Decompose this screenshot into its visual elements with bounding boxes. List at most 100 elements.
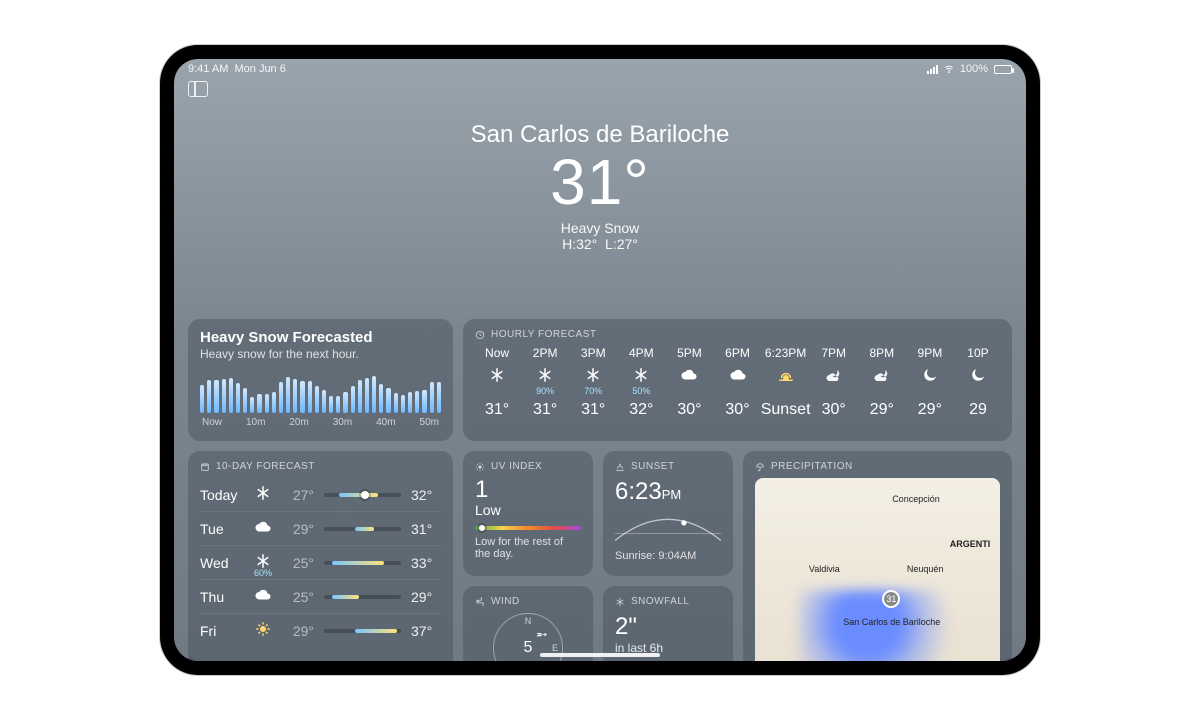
sunset-icon — [777, 366, 795, 384]
tenday-row[interactable]: Thu 25° 29° — [200, 579, 441, 613]
moon-icon — [969, 366, 987, 384]
hourly-slot[interactable]: 3PM 70% 31° — [571, 346, 615, 419]
wind-header-label: WIND — [491, 596, 520, 607]
hourly-temp: 30° — [677, 401, 701, 419]
precip-header-label: PRECIPITATION — [771, 461, 853, 472]
ipad-frame: 9:41 AM Mon Jun 6 100% San Carlos de Bar… — [160, 45, 1040, 675]
tenday-row[interactable]: Fri 29° 37° — [200, 613, 441, 647]
wind-card[interactable]: WIND N E 5 ➶ — [463, 586, 593, 661]
sun-icon — [252, 620, 274, 641]
status-right: 100% — [927, 63, 1012, 75]
hourly-time: 3PM — [581, 346, 606, 360]
cloud-icon — [680, 366, 698, 384]
snow-icon — [584, 366, 602, 384]
snowfall-card[interactable]: SNOWFALL 2" in last 6h — [603, 586, 733, 661]
hourly-slot[interactable]: 7PM 30° — [812, 346, 856, 419]
home-indicator[interactable] — [540, 653, 660, 657]
hourly-time: 2PM — [533, 346, 558, 360]
status-time: 9:41 AM — [188, 63, 228, 75]
tenday-high: 32° — [411, 487, 441, 503]
hourly-time: 5PM — [677, 346, 702, 360]
wind-arrow-icon: ➶ — [532, 624, 552, 644]
tenday-row[interactable]: Today 27° 32° — [200, 478, 441, 511]
hourly-slot[interactable]: 2PM 90% 31° — [523, 346, 567, 419]
tenday-day: Thu — [200, 589, 242, 605]
tenday-low: 25° — [284, 555, 314, 571]
hourly-slot[interactable]: 4PM 50% 32° — [619, 346, 663, 419]
map-city: Concepción — [892, 494, 940, 504]
hourly-temp: 29° — [918, 401, 942, 419]
map-country: ARGENTI — [950, 539, 991, 549]
hourly-slot[interactable]: 6:23PM Sunset — [764, 346, 808, 419]
hourly-time: 6PM — [725, 346, 750, 360]
hourly-forecast-card[interactable]: HOURLY FORECAST Now 31°2PM 90% 31°3PM 70… — [463, 319, 1012, 441]
tenday-row[interactable]: Wed 60% 25° 33° — [200, 545, 441, 579]
hourly-temp: 31° — [533, 401, 557, 419]
tenday-forecast-card[interactable]: 10-DAY FORECAST Today 27° 32°Tue 29° 31°… — [188, 451, 453, 661]
tenday-high: 29° — [411, 589, 441, 605]
hourly-temp: Sunset — [761, 401, 811, 419]
minute-xaxis-label: 20m — [289, 417, 308, 428]
minute-bar-chart — [200, 371, 441, 413]
uv-header: UV INDEX — [475, 461, 581, 472]
hourly-slot[interactable]: 10P 29 — [956, 346, 1000, 419]
sunset-time: 6:23PM — [615, 478, 721, 506]
snowfall-header-label: SNOWFALL — [631, 596, 689, 607]
tenday-range-bar — [324, 595, 401, 599]
minute-xaxis-label: 30m — [333, 417, 352, 428]
hourly-temp: 30° — [822, 401, 846, 419]
tenday-day: Tue — [200, 521, 242, 537]
minute-subtitle: Heavy snow for the next hour. — [200, 347, 441, 361]
night-cloud-icon — [873, 366, 891, 384]
minute-xaxis: Now10m20m30m40m50m — [200, 417, 441, 428]
sunset-icon — [615, 462, 625, 472]
minute-title: Heavy Snow Forecasted — [200, 329, 441, 346]
calendar-icon — [200, 462, 210, 472]
tenday-low: 25° — [284, 589, 314, 605]
hourly-header: HOURLY FORECAST — [475, 329, 1000, 340]
precipitation-map-card[interactable]: PRECIPITATION Concepción ARGENTI Neuquén… — [743, 451, 1012, 661]
hourly-temp: 30° — [725, 401, 749, 419]
hi-lo: H:32° L:27° — [174, 236, 1026, 252]
hourly-temp: 29° — [870, 401, 894, 419]
clock-icon — [475, 330, 485, 340]
precip-map[interactable]: Concepción ARGENTI Neuquén Valdivia 31 S… — [755, 478, 1000, 661]
location-name: San Carlos de Bariloche — [174, 121, 1026, 149]
map-city: San Carlos de Bariloche — [843, 617, 940, 627]
hourly-header-label: HOURLY FORECAST — [491, 329, 596, 340]
hourly-time: Now — [485, 346, 509, 360]
cards-grid: Heavy Snow Forecasted Heavy snow for the… — [188, 319, 1012, 647]
wind-icon — [475, 597, 485, 607]
sun-curve — [615, 512, 721, 546]
hourly-precip-pct: 90% — [536, 386, 554, 395]
hourly-slot[interactable]: 9PM 29° — [908, 346, 952, 419]
hourly-row[interactable]: Now 31°2PM 90% 31°3PM 70% 31°4PM 50% 32°… — [475, 346, 1000, 419]
current-condition: Heavy Snow — [174, 220, 1026, 236]
compass-e: E — [552, 643, 558, 653]
hourly-temp: 32° — [629, 401, 653, 419]
minute-forecast-card[interactable]: Heavy Snow Forecasted Heavy snow for the… — [188, 319, 453, 441]
hourly-slot[interactable]: 8PM 29° — [860, 346, 904, 419]
hourly-time: 4PM — [629, 346, 654, 360]
map-city: Valdivia — [809, 564, 840, 574]
tenday-row[interactable]: Tue 29° 31° — [200, 511, 441, 545]
tenday-range-bar — [324, 629, 401, 633]
tenday-high: 37° — [411, 623, 441, 639]
minute-xaxis-label: Now — [202, 417, 222, 428]
tenday-header: 10-DAY FORECAST — [200, 461, 441, 472]
sidebar-toggle-icon[interactable] — [188, 81, 208, 97]
uv-scale-bar — [475, 526, 581, 530]
tenday-precip-pct: 60% — [250, 568, 276, 578]
uv-index-card[interactable]: UV INDEX 1 Low Low for the rest of the d… — [463, 451, 593, 576]
tenday-rows: Today 27° 32°Tue 29° 31°Wed 60% 25° 33°T… — [200, 478, 441, 647]
hourly-slot[interactable]: 5PM 30° — [667, 346, 711, 419]
uv-header-label: UV INDEX — [491, 461, 542, 472]
map-city: Neuquén — [907, 564, 944, 574]
sunset-card[interactable]: SUNSET 6:23PM Sunrise: 9:04AM — [603, 451, 733, 576]
wind-header: WIND — [475, 596, 581, 607]
compass-n: N — [525, 616, 532, 626]
hourly-slot[interactable]: Now 31° — [475, 346, 519, 419]
status-left: 9:41 AM Mon Jun 6 — [188, 63, 286, 75]
cloud-icon — [729, 366, 747, 384]
hourly-slot[interactable]: 6PM 30° — [715, 346, 759, 419]
